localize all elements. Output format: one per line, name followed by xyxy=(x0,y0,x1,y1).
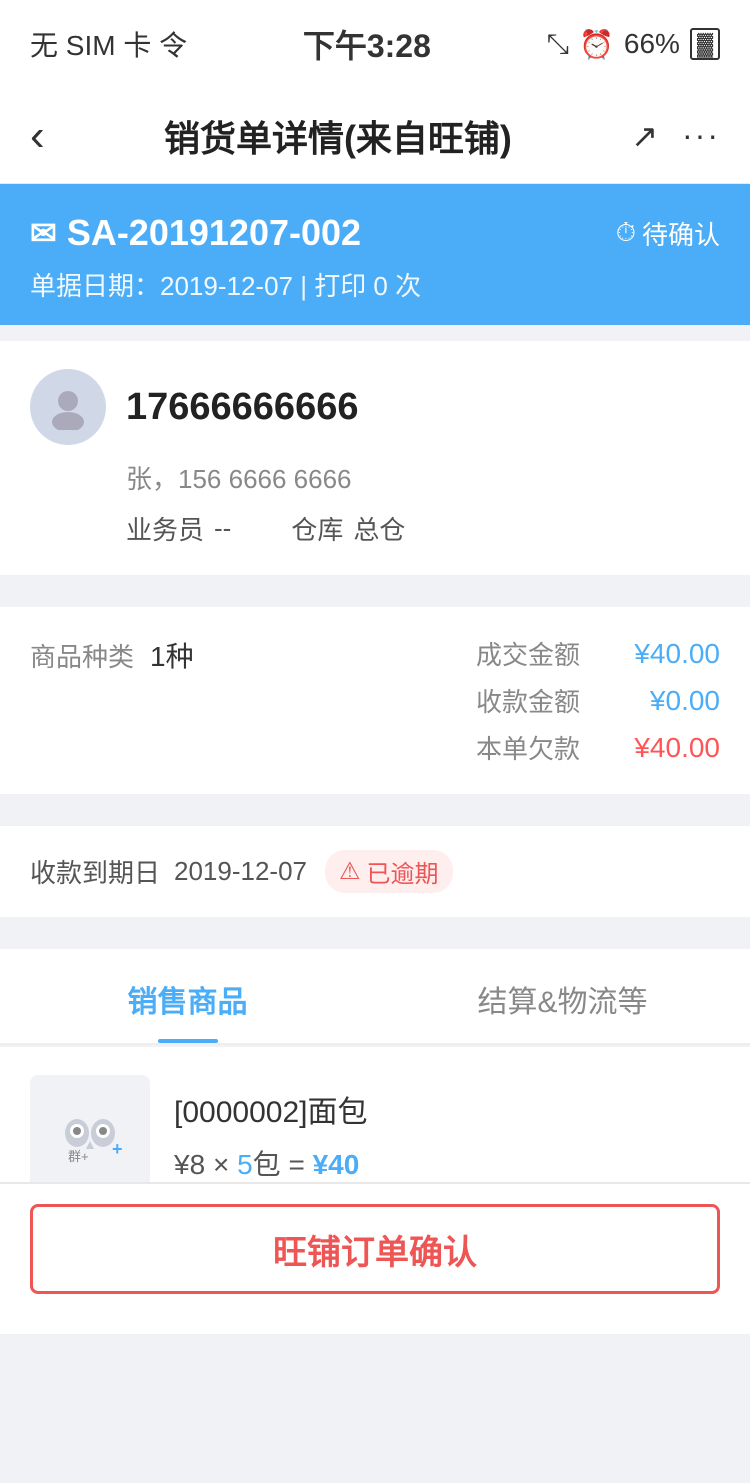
product-total: ¥40 xyxy=(313,1149,360,1180)
salesperson-value: -- xyxy=(214,513,231,544)
alarm-icon: ⏰ xyxy=(579,28,614,61)
status-right: ⤡ ⏰ 66% ▓ xyxy=(547,28,720,61)
amount-label-0: 成交金额 xyxy=(476,635,580,672)
product-item-0: + 群+ [0000002]面包 ¥8 × 5包 = ¥40 xyxy=(30,1075,720,1195)
amount-value-0: ¥40.00 xyxy=(600,638,720,670)
nav-bar: ‹ 销货单详情(来自旺铺) ↗ ··· xyxy=(0,88,750,184)
product-type-value: 1种 xyxy=(150,635,194,675)
due-date-label: 收款到期日 xyxy=(30,853,160,890)
confirm-button[interactable]: 旺铺订单确认 xyxy=(30,1204,720,1294)
product-name-text: 面包 xyxy=(307,1096,367,1129)
divider-3 xyxy=(0,917,750,933)
warehouse-value: 总仓 xyxy=(353,510,405,547)
customer-phone[interactable]: 17666666666 xyxy=(126,386,358,429)
salesperson-label: 业务员 xyxy=(126,510,204,547)
order-header-top: ✉ SA-20191207-002 ⏱ 待确认 xyxy=(30,212,720,254)
order-date: 单据日期：2019-12-07 xyxy=(30,271,293,301)
warehouse-row: 仓库 总仓 xyxy=(291,510,405,547)
product-name: [0000002]面包 xyxy=(174,1087,720,1131)
amount-value-1: ¥0.00 xyxy=(600,685,720,717)
status-clock-icon: ⏱ xyxy=(616,217,636,249)
product-equals: = xyxy=(288,1149,312,1180)
product-price: ¥8 × 5包 = ¥40 xyxy=(174,1143,720,1183)
battery-label: 66% xyxy=(624,28,680,60)
order-header: ✉ SA-20191207-002 ⏱ 待确认 单据日期：2019-12-07 … xyxy=(0,184,750,325)
tab-sales-products[interactable]: 销售商品 xyxy=(0,949,375,1043)
customer-detail: 张，156 6666 6666 xyxy=(30,459,720,496)
order-id-text: SA-20191207-002 xyxy=(67,212,361,254)
divider-1 xyxy=(0,575,750,591)
tab-settlement-label: 结算&物流等 xyxy=(477,986,647,1019)
product-type-label: 商品种类 xyxy=(30,637,134,674)
salesperson-row: 业务员 -- xyxy=(126,510,231,547)
product-unit-price: ¥8 xyxy=(174,1149,205,1180)
more-icon[interactable]: ··· xyxy=(682,117,720,154)
due-date-value: 2019-12-07 xyxy=(174,856,307,887)
order-icon: ✉ xyxy=(30,214,57,252)
product-thumbnail: + 群+ xyxy=(30,1075,150,1195)
product-unit: 包 xyxy=(253,1149,281,1180)
sim-label: 无 SIM 卡 令 xyxy=(30,24,187,64)
back-button[interactable]: ‹ xyxy=(30,111,45,161)
customer-row: 业务员 -- 仓库 总仓 xyxy=(30,510,720,547)
status-time: 下午3:28 xyxy=(303,21,431,67)
amount-row-0: 成交金额 ¥40.00 xyxy=(476,635,720,672)
nav-icons: ↗ ··· xyxy=(631,117,720,155)
order-status: ⏱ 待确认 xyxy=(616,215,720,252)
svg-text:+: + xyxy=(112,1139,123,1159)
product-multiply: × xyxy=(213,1149,237,1180)
battery-icon: ▓ xyxy=(690,28,720,60)
bottom-bar: 旺铺订单确认 xyxy=(0,1182,750,1334)
customer-top: 17666666666 xyxy=(30,369,720,445)
amount-row-2: 本单欠款 ¥40.00 xyxy=(476,729,720,766)
amount-row-1: 收款金额 ¥0.00 xyxy=(476,682,720,719)
amount-label-2: 本单欠款 xyxy=(476,729,580,766)
order-meta: 单据日期：2019-12-07 | 打印 0 次 xyxy=(30,266,720,303)
overdue-icon: ⚠ xyxy=(339,857,361,886)
due-date-card: 收款到期日 2019-12-07 ⚠ 已逾期 xyxy=(0,826,750,917)
status-bar: 无 SIM 卡 令 下午3:28 ⤡ ⏰ 66% ▓ xyxy=(0,0,750,88)
summary-left: 商品种类 1种 xyxy=(30,635,476,675)
product-info: [0000002]面包 ¥8 × 5包 = ¥40 xyxy=(174,1087,720,1183)
product-code: [0000002] xyxy=(174,1096,307,1129)
confirm-button-label: 旺铺订单确认 xyxy=(273,1225,477,1274)
order-print: | 打印 0 次 xyxy=(300,271,421,301)
tabs-bar: 销售商品 结算&物流等 xyxy=(0,949,750,1045)
overdue-badge: ⚠ 已逾期 xyxy=(325,850,453,893)
summary-card: 商品种类 1种 成交金额 ¥40.00 收款金额 ¥0.00 本单欠款 ¥40.… xyxy=(0,607,750,794)
amount-label-1: 收款金额 xyxy=(476,682,580,719)
order-status-text: 待确认 xyxy=(642,215,720,252)
tab-sales-products-label: 销售商品 xyxy=(128,986,248,1019)
customer-card: 17666666666 张，156 6666 6666 业务员 -- 仓库 总仓 xyxy=(0,341,750,575)
tab-settlement[interactable]: 结算&物流等 xyxy=(375,949,750,1043)
svg-text:群+: 群+ xyxy=(68,1149,89,1164)
amount-value-2: ¥40.00 xyxy=(600,732,720,764)
location-icon: ⤡ xyxy=(547,28,569,61)
order-id: ✉ SA-20191207-002 xyxy=(30,212,361,254)
overdue-text: 已逾期 xyxy=(367,854,439,889)
status-left: 无 SIM 卡 令 xyxy=(30,24,187,64)
divider-2 xyxy=(0,794,750,810)
summary-right: 成交金额 ¥40.00 收款金额 ¥0.00 本单欠款 ¥40.00 xyxy=(476,635,720,766)
product-qty: 5 xyxy=(237,1149,253,1180)
avatar xyxy=(30,369,106,445)
share-icon[interactable]: ↗ xyxy=(631,117,658,155)
warehouse-label: 仓库 xyxy=(291,510,343,547)
page-title: 销货单详情(来自旺铺) xyxy=(164,110,512,162)
